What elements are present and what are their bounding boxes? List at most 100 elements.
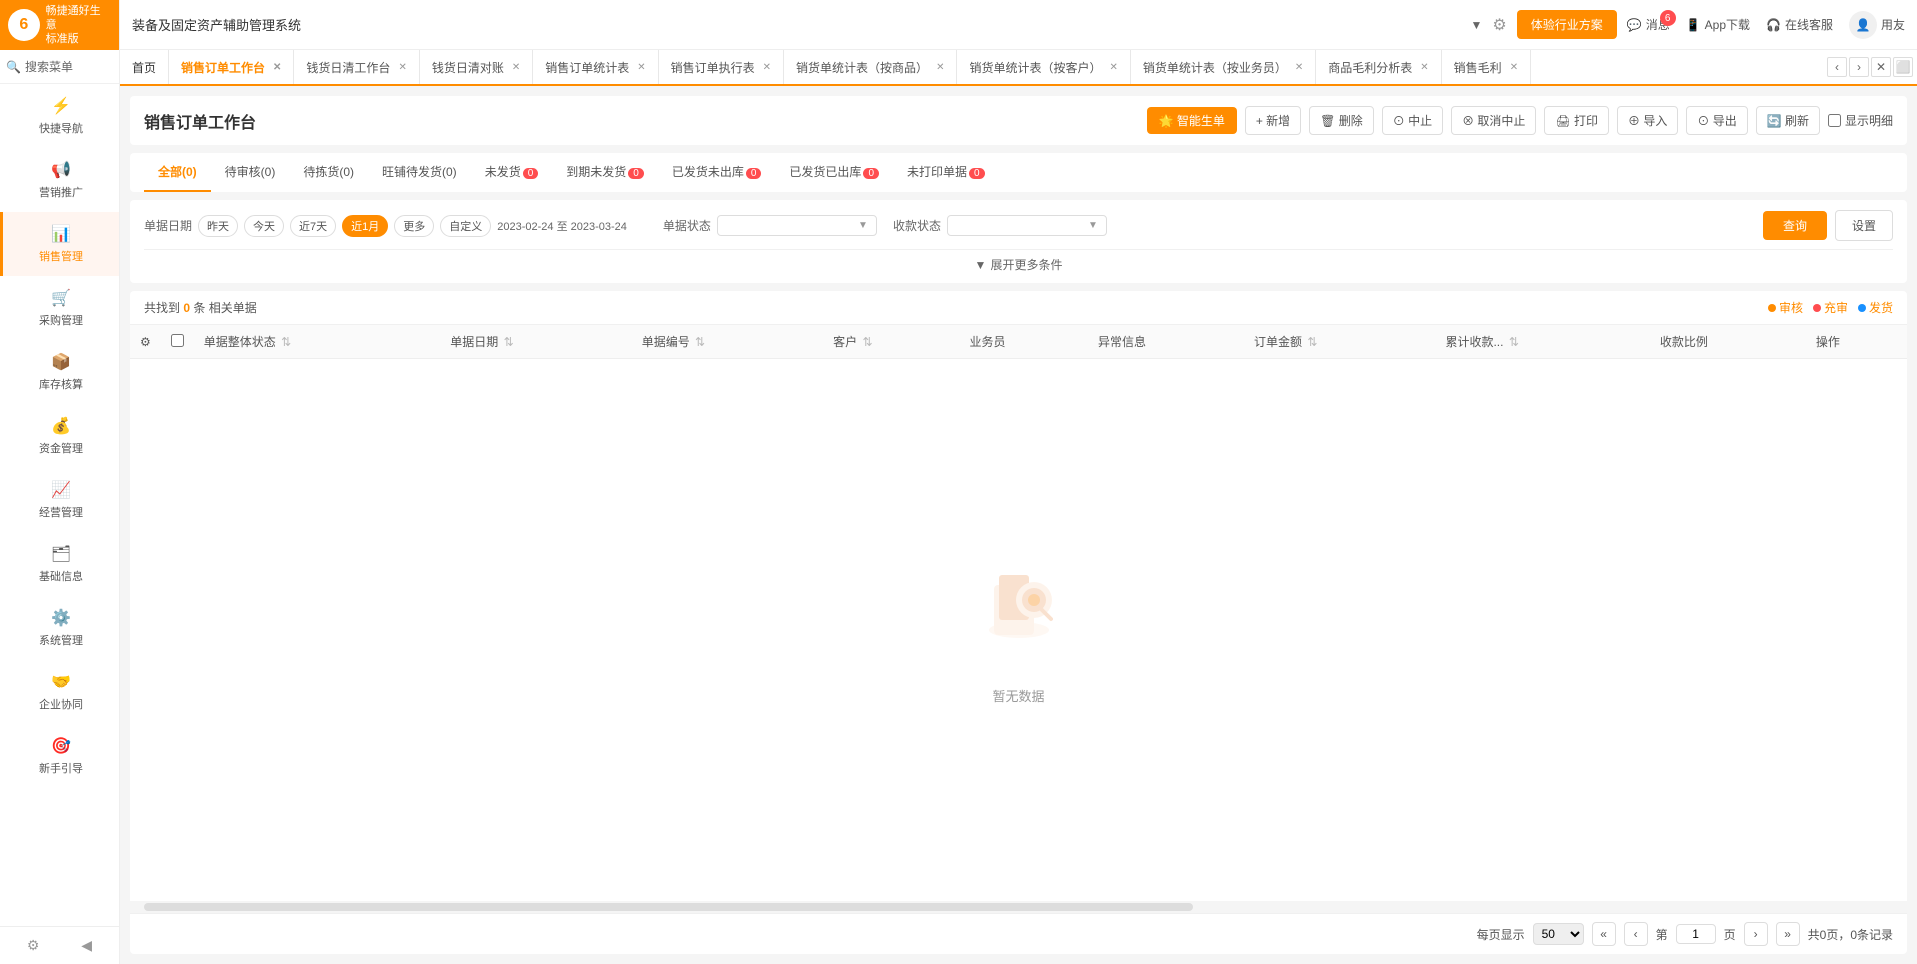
tab-cash-reconcile[interactable]: 钱货日清对账 ✕ xyxy=(420,50,533,86)
date-btn-7days[interactable]: 近7天 xyxy=(290,215,336,237)
page-header: 销售订单工作台 🌟 智能生单 + 新增 🗑 删除 ⊙ 中止 ⊗ 取消中止 🖨 打… xyxy=(130,96,1907,145)
message-item[interactable]: 💬 消息 6 xyxy=(1627,16,1670,33)
sidebar-item-purchase[interactable]: 🛒 采购管理 xyxy=(0,276,119,340)
payment-filter-label: 收款状态 xyxy=(893,217,941,234)
online-service-item[interactable]: 🎧 在线客服 xyxy=(1766,16,1833,33)
col-settings[interactable]: ⚙ xyxy=(130,325,161,359)
tab-sales-summary-staff[interactable]: 销货单统计表（按业务员） ✕ xyxy=(1131,50,1316,86)
sidebar-item-enterprise[interactable]: 🤝 企业协同 xyxy=(0,660,119,724)
tab-close-summary-customer[interactable]: ✕ xyxy=(1109,62,1117,73)
first-page-button[interactable]: « xyxy=(1592,922,1616,946)
filter-tab-shipped-not-out[interactable]: 已发货未出库0 xyxy=(658,153,776,192)
shipped-out-badge: 0 xyxy=(863,168,879,179)
user-item[interactable]: 👤 用友 xyxy=(1849,11,1905,39)
expand-filter-button[interactable]: ▼ 展开更多条件 xyxy=(144,249,1893,273)
import-button[interactable]: ⊕ 导入 xyxy=(1617,106,1678,135)
sidebar-item-quick-nav[interactable]: ⚡ 快捷导航 xyxy=(0,84,119,148)
tab-close-cash-reconcile[interactable]: ✕ xyxy=(512,62,520,73)
query-button[interactable]: 查询 xyxy=(1763,211,1827,240)
prev-page-button[interactable]: ‹ xyxy=(1624,922,1648,946)
date-btn-1month[interactable]: 近1月 xyxy=(342,215,388,237)
tab-close-summary-product[interactable]: ✕ xyxy=(936,62,944,73)
tab-close-summary-staff[interactable]: ✕ xyxy=(1295,62,1303,73)
tab-sales-workbench[interactable]: 销售订单工作台 ✕ xyxy=(169,50,294,86)
tab-home[interactable]: 首页 xyxy=(120,50,169,86)
setting-button[interactable]: 设置 xyxy=(1835,210,1893,241)
print-button[interactable]: 🖨 打印 xyxy=(1544,106,1609,135)
show-detail-label[interactable]: 显示明细 xyxy=(1828,112,1893,129)
date-btn-more[interactable]: 更多 xyxy=(394,215,434,237)
sidebar-item-system[interactable]: ⚙️ 系统管理 xyxy=(0,596,119,660)
next-page-button[interactable]: › xyxy=(1744,922,1768,946)
date-btn-custom[interactable]: 自定义 xyxy=(440,215,491,237)
filter-tab-overdue[interactable]: 到期未发货0 xyxy=(552,153,658,192)
tab-close-sales-gross[interactable]: ✕ xyxy=(1510,62,1518,73)
sidebar-item-finance[interactable]: 💰 资金管理 xyxy=(0,404,119,468)
col-check[interactable] xyxy=(161,325,194,359)
tab-sales-stats[interactable]: 销售订单统计表 ✕ xyxy=(533,50,658,86)
delete-button[interactable]: 🗑 删除 xyxy=(1309,106,1374,135)
uncheck-tool-button[interactable]: 充审 xyxy=(1813,299,1848,316)
date-btn-yesterday[interactable]: 昨天 xyxy=(198,215,238,237)
last-page-button[interactable]: » xyxy=(1776,922,1800,946)
show-detail-checkbox[interactable] xyxy=(1828,114,1841,127)
sidebar-search[interactable]: 🔍 搜索菜单 xyxy=(0,50,119,84)
sidebar-item-guide[interactable]: 🎯 新手引导 xyxy=(0,724,119,788)
filter-tab-unprinted[interactable]: 未打印单据0 xyxy=(893,153,999,192)
add-button[interactable]: + 新增 xyxy=(1245,106,1301,135)
tab-close-sales-stats[interactable]: ✕ xyxy=(637,62,645,73)
tab-close-all[interactable]: ✕ xyxy=(1871,57,1891,77)
tab-cash-daily[interactable]: 钱货日清工作台 ✕ xyxy=(294,50,419,86)
stop-button[interactable]: ⊙ 中止 xyxy=(1382,106,1443,135)
app-download-item[interactable]: 📱 App下载 xyxy=(1686,16,1750,33)
col-amount[interactable]: 订单金额 ⇅ xyxy=(1244,325,1435,359)
payment-select[interactable]: ▼ xyxy=(947,215,1107,236)
ship-tool-button[interactable]: 发货 xyxy=(1858,299,1893,316)
filter-tab-not-shipped[interactable]: 未发货0 xyxy=(471,153,553,192)
review-tool-button[interactable]: 审核 xyxy=(1768,299,1803,316)
sidebar-item-marketing[interactable]: 📢 营销推广 xyxy=(0,148,119,212)
date-btn-today[interactable]: 今天 xyxy=(244,215,284,237)
status-select[interactable]: ▼ xyxy=(717,215,877,236)
horizontal-scrollbar[interactable] xyxy=(130,901,1907,913)
col-number[interactable]: 单据编号 ⇅ xyxy=(632,325,823,359)
system-dropdown[interactable]: ▼ xyxy=(1470,18,1482,32)
filter-tab-all[interactable]: 全部(0) xyxy=(144,153,211,192)
tab-sales-summary-customer[interactable]: 销货单统计表（按客户） ✕ xyxy=(957,50,1130,86)
tab-sales-gross[interactable]: 销售毛利 ✕ xyxy=(1442,50,1531,86)
tab-close-sales-exec[interactable]: ✕ xyxy=(763,62,771,73)
filter-tab-wangpu[interactable]: 旺铺待发货(0) xyxy=(368,153,471,192)
filter-tab-pending-review[interactable]: 待审核(0) xyxy=(211,153,290,192)
tab-sales-summary-product[interactable]: 销货单统计表（按商品） ✕ xyxy=(784,50,957,86)
per-page-select[interactable]: 50 10 20 100 xyxy=(1533,923,1584,945)
filter-tab-shipped-out[interactable]: 已发货已出库0 xyxy=(775,153,893,192)
col-customer[interactable]: 客户 ⇅ xyxy=(823,325,959,359)
export-button[interactable]: ⊙ 导出 xyxy=(1686,106,1747,135)
sidebar-item-base-info[interactable]: 🗂 基础信息 xyxy=(0,532,119,596)
smart-create-button[interactable]: 🌟 智能生单 xyxy=(1147,107,1237,134)
settings-icon[interactable]: ⚙ xyxy=(27,937,40,954)
tab-sales-exec[interactable]: 销售订单执行表 ✕ xyxy=(659,50,784,86)
tab-close-margin-analysis[interactable]: ✕ xyxy=(1420,62,1428,73)
topbar-settings-icon[interactable]: ⚙ xyxy=(1492,15,1506,35)
cancel-stop-button[interactable]: ⊗ 取消中止 xyxy=(1451,106,1536,135)
tab-close-sales-workbench[interactable]: ✕ xyxy=(273,62,281,73)
sidebar-item-operation[interactable]: 📈 经营管理 xyxy=(0,468,119,532)
col-collected[interactable]: 累计收款... ⇅ xyxy=(1435,325,1649,359)
col-date[interactable]: 单据日期 ⇅ xyxy=(440,325,631,359)
tab-maximize[interactable]: ⬜ xyxy=(1893,57,1913,77)
sidebar-item-inventory[interactable]: 📦 库存核算 xyxy=(0,340,119,404)
page-input[interactable] xyxy=(1676,924,1716,944)
sidebar-item-sales[interactable]: 📊 销售管理 xyxy=(0,212,119,276)
refresh-button[interactable]: 🔄 刷新 xyxy=(1756,106,1820,135)
tab-close-cash-daily[interactable]: ✕ xyxy=(398,62,406,73)
tab-margin-analysis[interactable]: 商品毛利分析表 ✕ xyxy=(1316,50,1441,86)
select-all-checkbox[interactable] xyxy=(171,334,184,347)
industry-solution-button[interactable]: 体验行业方案 xyxy=(1517,10,1617,39)
blue-dot-icon xyxy=(1858,304,1866,312)
col-status[interactable]: 单据整体状态 ⇅ xyxy=(194,325,441,359)
collapse-icon[interactable]: ◀ xyxy=(81,937,92,954)
filter-tab-pending-inspect[interactable]: 待拣货(0) xyxy=(289,153,368,192)
tab-scroll-right[interactable]: › xyxy=(1849,57,1869,77)
tab-scroll-left[interactable]: ‹ xyxy=(1827,57,1847,77)
